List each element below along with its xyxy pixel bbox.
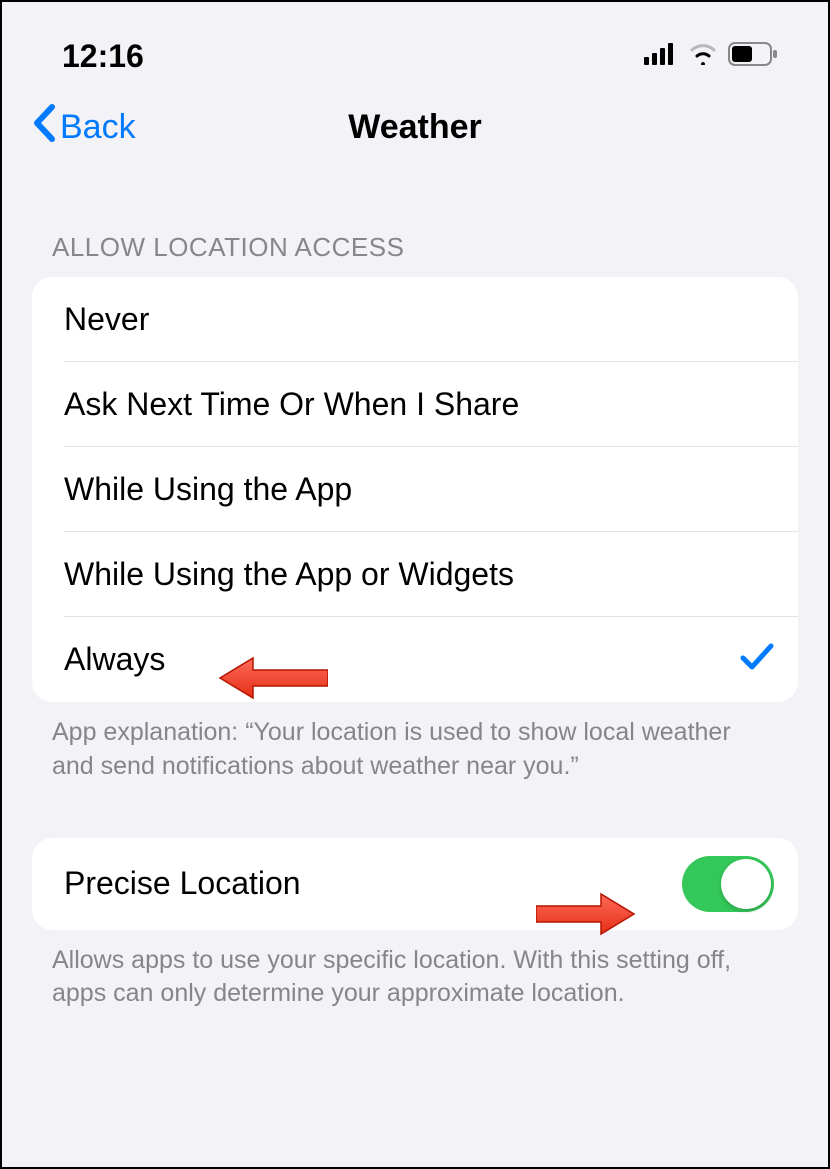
option-ask-next-time[interactable]: Ask Next Time Or When I Share	[32, 362, 798, 447]
section-header-location: ALLOW LOCATION ACCESS	[32, 172, 798, 277]
status-time: 12:16	[62, 38, 144, 75]
chevron-left-icon	[32, 104, 56, 151]
back-label: Back	[60, 108, 136, 147]
toggle-knob	[721, 859, 771, 909]
option-while-using-app[interactable]: While Using the App	[32, 447, 798, 532]
option-label: While Using the App	[64, 471, 352, 508]
nav-bar: Back Weather	[2, 92, 828, 172]
option-label: Always	[64, 641, 165, 678]
cellular-icon	[644, 43, 678, 70]
battery-icon	[728, 42, 778, 71]
precise-location-label: Precise Location	[64, 865, 301, 902]
status-icons	[644, 42, 778, 71]
precise-location-toggle[interactable]	[682, 856, 774, 912]
wifi-icon	[688, 43, 718, 70]
back-button[interactable]: Back	[32, 104, 136, 151]
precise-location-footer: Allows apps to use your specific locatio…	[32, 930, 798, 1012]
status-bar: 12:16	[2, 2, 828, 92]
precise-location-row: Precise Location	[32, 838, 798, 930]
option-label: Ask Next Time Or When I Share	[64, 386, 519, 423]
checkmark-icon	[740, 642, 774, 677]
location-access-options: Never Ask Next Time Or When I Share Whil…	[32, 277, 798, 702]
page-title: Weather	[348, 108, 482, 147]
option-label: While Using the App or Widgets	[64, 556, 514, 593]
option-always[interactable]: Always	[32, 617, 798, 702]
precise-location-group: Precise Location	[32, 838, 798, 930]
location-explanation-footer: App explanation: “Your location is used …	[32, 702, 798, 784]
option-while-using-app-widgets[interactable]: While Using the App or Widgets	[32, 532, 798, 617]
option-label: Never	[64, 301, 149, 338]
option-never[interactable]: Never	[32, 277, 798, 362]
